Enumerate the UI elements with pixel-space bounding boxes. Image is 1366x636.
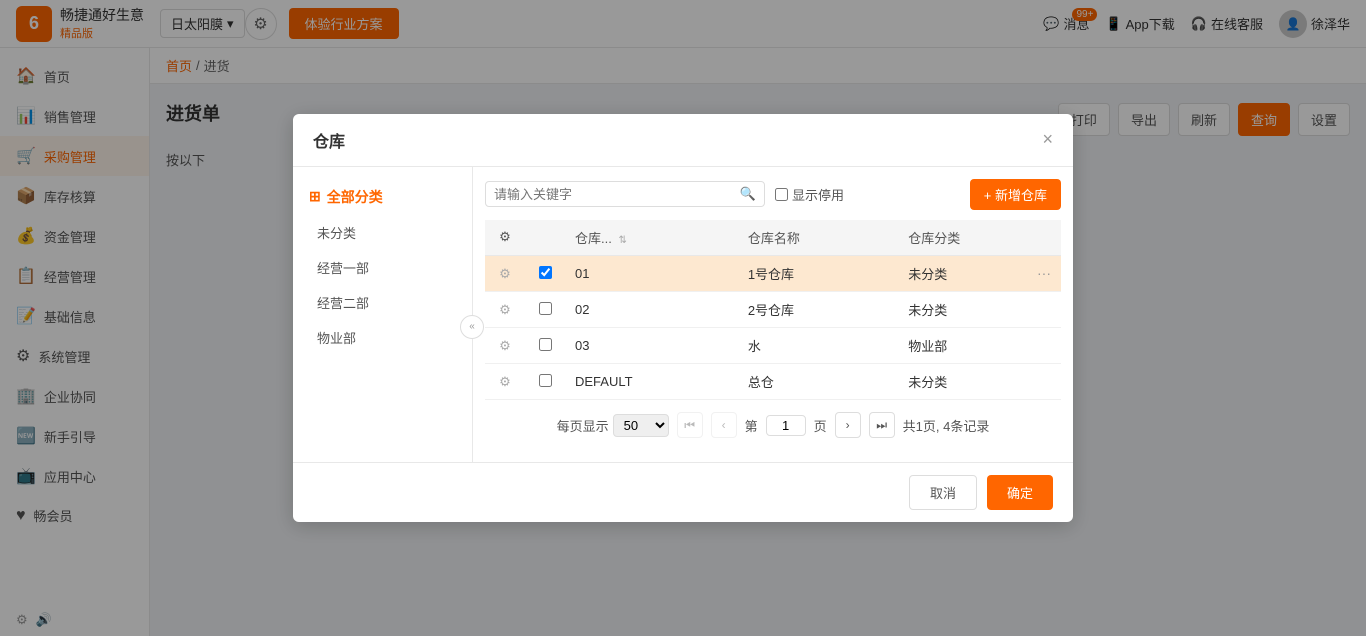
table-panel: 🔍 显示停用 + 新增仓库 ⚙: [473, 167, 1073, 463]
row-action-3[interactable]: ⚙: [485, 364, 525, 400]
page-label: 第: [745, 416, 758, 435]
show-disabled-checkbox[interactable]: [775, 188, 788, 201]
th-name-label: 仓库名称: [748, 231, 800, 246]
table-header: ⚙ 仓库... ⇅ 仓库名称 仓库分类: [485, 220, 1061, 256]
row-action-2[interactable]: ⚙: [485, 328, 525, 364]
category-item-ops2[interactable]: 经营二部: [293, 285, 472, 320]
row-name-0: 1号仓库: [738, 255, 898, 292]
modal-title: 仓库: [313, 128, 345, 152]
collapse-panel-button[interactable]: «: [460, 315, 484, 339]
th-name: 仓库名称: [738, 220, 898, 256]
row-name-1: 2号仓库: [738, 292, 898, 328]
grid-icon: ⊞: [309, 188, 321, 205]
table-container: ⚙ 仓库... ⇅ 仓库名称 仓库分类: [485, 220, 1061, 401]
row-checkbox-2[interactable]: [539, 338, 552, 351]
next-page-btn[interactable]: ›: [835, 412, 861, 438]
page-number-input[interactable]: [766, 415, 806, 436]
row-checkbox-cell-0: [525, 255, 565, 292]
page-unit: 页: [814, 416, 827, 435]
first-page-btn[interactable]: ⏮: [677, 412, 703, 438]
row-checkbox-cell-2: [525, 328, 565, 364]
page-size-select-wrap: 每页显示 50 20 100: [557, 414, 669, 437]
pagination: 每页显示 50 20 100 ⏮ ‹ 第 页 › ⏭ 共1页, 4条记录: [485, 400, 1061, 450]
table-body: ⚙ 01 1号仓库 未分类 ··· ⚙ 02 2号仓库 未分类 ⚙: [485, 255, 1061, 400]
th-code: 仓库... ⇅: [565, 220, 738, 256]
row-category-1: 未分类: [898, 292, 1061, 328]
modal-close-button[interactable]: ×: [1042, 129, 1053, 150]
show-disabled-checkbox-label[interactable]: 显示停用: [775, 185, 844, 204]
category-item-ops1[interactable]: 经营一部: [293, 250, 472, 285]
show-disabled-label: 显示停用: [792, 185, 844, 204]
prev-page-btn[interactable]: ‹: [711, 412, 737, 438]
row-category-2: 物业部: [898, 328, 1061, 364]
search-input[interactable]: [494, 187, 740, 202]
row-action-0[interactable]: ⚙: [485, 255, 525, 292]
per-page-select[interactable]: 50 20 100: [613, 414, 669, 437]
row-name-3: 总仓: [738, 364, 898, 400]
total-info: 共1页, 4条记录: [903, 416, 990, 435]
modal-overlay: 仓库 × ⊞ 全部分类 未分类 经营一部 经营二部 物业部 «: [0, 0, 1366, 636]
row-category-3: 未分类: [898, 364, 1061, 400]
category-panel: ⊞ 全部分类 未分类 经营一部 经营二部 物业部 «: [293, 167, 473, 463]
per-page-label: 每页显示: [557, 416, 609, 435]
modal-header: 仓库 ×: [293, 114, 1073, 167]
row-checkbox-cell-3: [525, 364, 565, 400]
confirm-button[interactable]: 确定: [987, 475, 1053, 510]
row-checkbox-0[interactable]: [539, 266, 552, 279]
row-more-btn-0[interactable]: ···: [1037, 265, 1051, 281]
row-checkbox-3[interactable]: [539, 374, 552, 387]
table-toolbar: 🔍 显示停用 + 新增仓库: [485, 179, 1061, 210]
search-icon[interactable]: 🔍: [740, 186, 756, 202]
warehouse-modal: 仓库 × ⊞ 全部分类 未分类 经营一部 经营二部 物业部 «: [293, 114, 1073, 523]
table-row[interactable]: ⚙ 02 2号仓库 未分类: [485, 292, 1061, 328]
row-name-2: 水: [738, 328, 898, 364]
cancel-button[interactable]: 取消: [909, 475, 977, 510]
row-code-3: DEFAULT: [565, 364, 738, 400]
modal-body: ⊞ 全部分类 未分类 经营一部 经营二部 物业部 « 🔍: [293, 167, 1073, 463]
table-row[interactable]: ⚙ DEFAULT 总仓 未分类: [485, 364, 1061, 400]
row-checkbox-cell-1: [525, 292, 565, 328]
th-category-label: 仓库分类: [908, 231, 960, 246]
category-item-property[interactable]: 物业部: [293, 320, 472, 355]
warehouse-table: ⚙ 仓库... ⇅ 仓库名称 仓库分类: [485, 220, 1061, 401]
sort-code-icon[interactable]: ⇅: [618, 235, 626, 246]
table-row[interactable]: ⚙ 03 水 物业部: [485, 328, 1061, 364]
th-code-label: 仓库...: [575, 231, 612, 246]
row-category-0: 未分类 ···: [898, 256, 1061, 292]
table-row[interactable]: ⚙ 01 1号仓库 未分类 ···: [485, 255, 1061, 292]
category-all-label: 全部分类: [327, 187, 383, 207]
row-action-1[interactable]: ⚙: [485, 292, 525, 328]
modal-footer: 取消 确定: [293, 462, 1073, 522]
row-code-1: 02: [565, 292, 738, 328]
th-category: 仓库分类: [898, 220, 1061, 256]
search-input-wrap: 🔍: [485, 181, 765, 207]
th-checkbox: [525, 220, 565, 256]
add-warehouse-button[interactable]: + 新增仓库: [970, 179, 1061, 210]
row-code-2: 03: [565, 328, 738, 364]
table-header-row: ⚙ 仓库... ⇅ 仓库名称 仓库分类: [485, 220, 1061, 256]
category-all[interactable]: ⊞ 全部分类: [293, 179, 472, 215]
row-checkbox-1[interactable]: [539, 302, 552, 315]
row-code-0: 01: [565, 255, 738, 292]
th-settings: ⚙: [485, 220, 525, 256]
category-item-unclassified[interactable]: 未分类: [293, 215, 472, 250]
last-page-btn[interactable]: ⏭: [869, 412, 895, 438]
